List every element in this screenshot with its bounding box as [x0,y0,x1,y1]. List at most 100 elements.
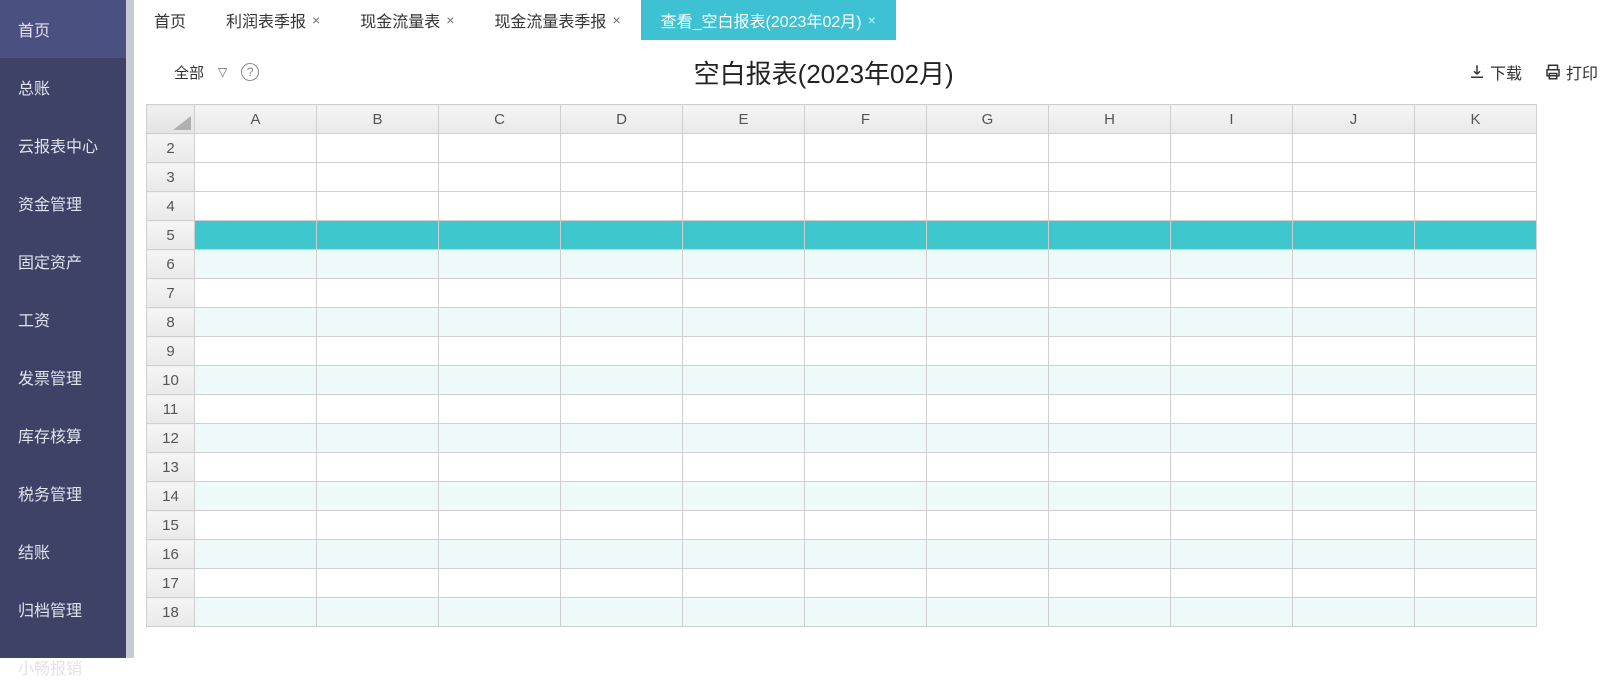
cell-F6[interactable] [805,250,927,279]
cell-I10[interactable] [1171,366,1293,395]
row-header-17[interactable]: 17 [147,569,195,598]
row-header-2[interactable]: 2 [147,134,195,163]
cell-D9[interactable] [561,337,683,366]
cell-F16[interactable] [805,540,927,569]
row-header-18[interactable]: 18 [147,598,195,627]
cell-A7[interactable] [195,279,317,308]
cell-K15[interactable] [1415,511,1537,540]
cell-C7[interactable] [439,279,561,308]
cell-F2[interactable] [805,134,927,163]
cell-B12[interactable] [317,424,439,453]
sidebar-item-5[interactable]: 工资 [0,290,126,348]
cell-C16[interactable] [439,540,561,569]
cell-H8[interactable] [1049,308,1171,337]
cell-G15[interactable] [927,511,1049,540]
spreadsheet[interactable]: ABCDEFGHIJK23456789101112131415161718 [134,104,1622,658]
cell-I14[interactable] [1171,482,1293,511]
close-icon[interactable]: × [868,12,876,28]
cell-F17[interactable] [805,569,927,598]
row-header-9[interactable]: 9 [147,337,195,366]
cell-J9[interactable] [1293,337,1415,366]
cell-C3[interactable] [439,163,561,192]
cell-J6[interactable] [1293,250,1415,279]
cell-H4[interactable] [1049,192,1171,221]
column-header-G[interactable]: G [927,105,1049,134]
row-header-3[interactable]: 3 [147,163,195,192]
cell-I7[interactable] [1171,279,1293,308]
close-icon[interactable]: × [312,12,320,28]
cell-H3[interactable] [1049,163,1171,192]
cell-D16[interactable] [561,540,683,569]
cell-B13[interactable] [317,453,439,482]
cell-J2[interactable] [1293,134,1415,163]
cell-F15[interactable] [805,511,927,540]
cell-K12[interactable] [1415,424,1537,453]
cell-A12[interactable] [195,424,317,453]
cell-E17[interactable] [683,569,805,598]
cell-H16[interactable] [1049,540,1171,569]
cell-A17[interactable] [195,569,317,598]
cell-H10[interactable] [1049,366,1171,395]
cell-J5[interactable] [1293,221,1415,250]
cell-E12[interactable] [683,424,805,453]
cell-F14[interactable] [805,482,927,511]
cell-J10[interactable] [1293,366,1415,395]
column-header-C[interactable]: C [439,105,561,134]
row-header-13[interactable]: 13 [147,453,195,482]
cell-I6[interactable] [1171,250,1293,279]
cell-G10[interactable] [927,366,1049,395]
cell-I18[interactable] [1171,598,1293,627]
column-header-H[interactable]: H [1049,105,1171,134]
download-button[interactable]: 下载 [1468,60,1522,84]
row-header-16[interactable]: 16 [147,540,195,569]
cell-D10[interactable] [561,366,683,395]
cell-E15[interactable] [683,511,805,540]
tab-1[interactable]: 利润表季报× [206,0,340,40]
cell-H7[interactable] [1049,279,1171,308]
cell-I13[interactable] [1171,453,1293,482]
cell-K16[interactable] [1415,540,1537,569]
cell-I12[interactable] [1171,424,1293,453]
cell-I11[interactable] [1171,395,1293,424]
cell-G13[interactable] [927,453,1049,482]
cell-D8[interactable] [561,308,683,337]
cell-E5[interactable] [683,221,805,250]
cell-E10[interactable] [683,366,805,395]
sidebar-item-9[interactable]: 结账 [0,522,126,580]
cell-B18[interactable] [317,598,439,627]
cell-I17[interactable] [1171,569,1293,598]
cell-E13[interactable] [683,453,805,482]
cell-E14[interactable] [683,482,805,511]
cell-E8[interactable] [683,308,805,337]
cell-B10[interactable] [317,366,439,395]
cell-H14[interactable] [1049,482,1171,511]
sidebar-item-0[interactable]: 首页 [0,0,126,58]
cell-G6[interactable] [927,250,1049,279]
cell-A13[interactable] [195,453,317,482]
column-header-F[interactable]: F [805,105,927,134]
cell-C2[interactable] [439,134,561,163]
cell-B15[interactable] [317,511,439,540]
cell-F3[interactable] [805,163,927,192]
cell-A18[interactable] [195,598,317,627]
cell-D14[interactable] [561,482,683,511]
cell-I9[interactable] [1171,337,1293,366]
cell-D17[interactable] [561,569,683,598]
cell-H6[interactable] [1049,250,1171,279]
cell-G3[interactable] [927,163,1049,192]
cell-C17[interactable] [439,569,561,598]
cell-B9[interactable] [317,337,439,366]
sidebar-item-2[interactable]: 云报表中心 [0,116,126,174]
cell-E3[interactable] [683,163,805,192]
cell-A10[interactable] [195,366,317,395]
cell-A2[interactable] [195,134,317,163]
cell-A3[interactable] [195,163,317,192]
cell-H15[interactable] [1049,511,1171,540]
cell-B8[interactable] [317,308,439,337]
cell-C13[interactable] [439,453,561,482]
cell-B16[interactable] [317,540,439,569]
cell-K2[interactable] [1415,134,1537,163]
tab-3[interactable]: 现金流量表季报× [474,0,640,40]
cell-B3[interactable] [317,163,439,192]
cell-D3[interactable] [561,163,683,192]
